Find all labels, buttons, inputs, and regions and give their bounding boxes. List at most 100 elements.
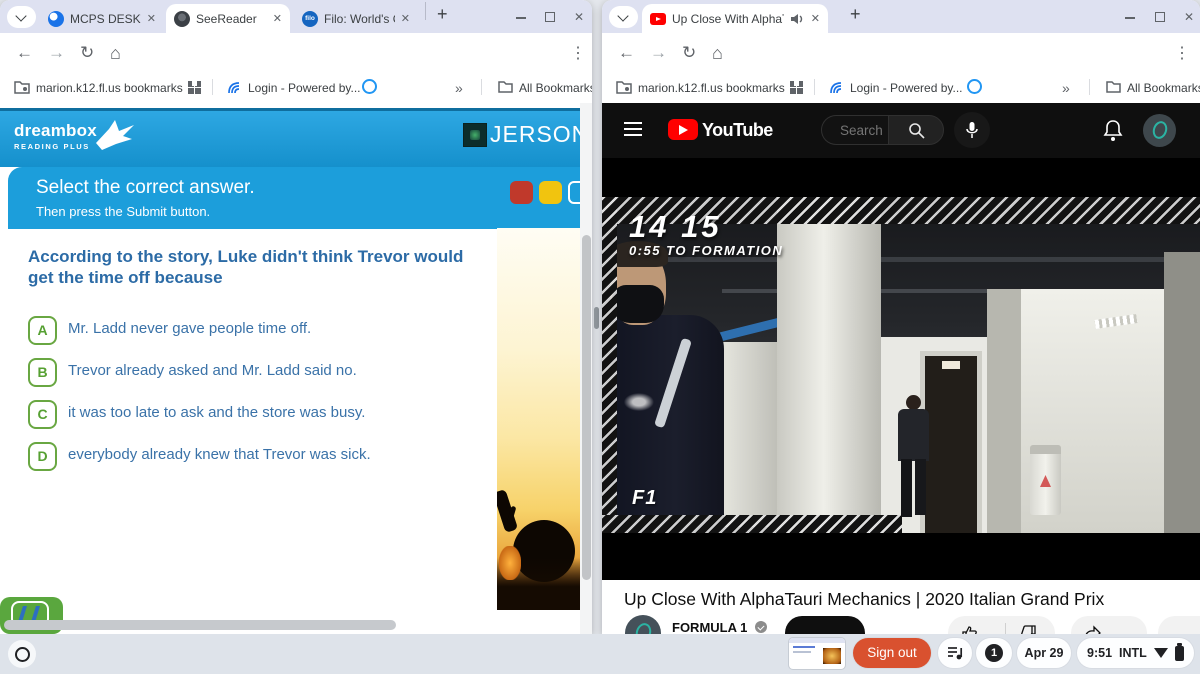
apps-grid-icon[interactable] [188, 81, 201, 94]
option-text[interactable]: Trevor already asked and Mr. Ladd said n… [68, 356, 357, 386]
close-button[interactable]: ✕ [571, 9, 587, 25]
option-letter[interactable]: D [28, 442, 57, 471]
option-text[interactable]: everybody already knew that Trevor was s… [68, 440, 371, 470]
reload-icon[interactable]: ↻ [80, 43, 94, 63]
maximize-button[interactable] [542, 9, 558, 25]
voice-search-button[interactable] [954, 112, 990, 148]
launcher-button[interactable] [8, 640, 36, 668]
minimize-button[interactable] [513, 9, 529, 25]
bookmarks-divider2 [481, 79, 482, 95]
pod-vent [1094, 314, 1138, 329]
notification-counter-pill[interactable]: 1 [976, 638, 1012, 668]
date-pill[interactable]: Apr 29 [1017, 638, 1071, 668]
option-text[interactable]: it was too late to ask and the store was… [68, 398, 365, 428]
bookmark-login[interactable]: Login - Powered by... [850, 81, 963, 95]
option-letter[interactable]: A [28, 316, 57, 345]
minimize-button[interactable] [1122, 9, 1138, 25]
thumb-image [823, 648, 841, 664]
back-icon[interactable]: ← [16, 43, 33, 63]
vertical-scrollbar-thumb[interactable] [581, 235, 591, 580]
bookmark-all[interactable]: All Bookmarks [519, 81, 592, 95]
kebab-menu-icon[interactable]: ⋮ [1174, 43, 1190, 63]
mechanic2-leg [901, 459, 912, 517]
media-controls-pill[interactable] [938, 638, 972, 668]
user-name: JERSON [490, 121, 590, 147]
mechanic1-mask [612, 285, 664, 323]
brand-subtext: READING PLUS [14, 142, 90, 151]
channel-avatar[interactable] [625, 615, 661, 634]
thumbs-down-icon[interactable] [1020, 625, 1036, 634]
split-divider-handle[interactable] [594, 307, 599, 329]
hamburger-menu-icon[interactable] [624, 122, 642, 136]
option-text[interactable]: Mr. Ladd never gave people time off. [68, 314, 311, 344]
f1-logo: F1 [632, 487, 658, 509]
new-tab-button[interactable]: + [850, 4, 861, 25]
youtube-logo-text[interactable]: YouTube [702, 120, 773, 141]
tab-search-button[interactable] [609, 6, 638, 28]
new-tab-button[interactable]: + [437, 4, 448, 25]
blue-bookmark-icon[interactable] [362, 79, 377, 94]
tab-search-button[interactable] [7, 6, 36, 28]
video-stage[interactable]: 14 15 0:55 TO FORMATION F1 [602, 158, 1200, 580]
reload-icon[interactable]: ↻ [682, 43, 696, 63]
search-button[interactable] [888, 115, 944, 145]
share-pill[interactable] [1071, 616, 1147, 634]
bookmarks-divider [212, 79, 213, 95]
thumbs-up-icon[interactable] [962, 625, 978, 634]
kebab-menu-icon[interactable]: ⋮ [570, 43, 586, 63]
thumb-line [793, 646, 815, 648]
bookmarks-overflow-icon[interactable]: » [455, 80, 463, 96]
seereader-favicon [174, 10, 190, 27]
subscribe-button[interactable] [785, 616, 865, 634]
bookmarks-overflow-icon[interactable]: » [1062, 80, 1070, 96]
video-frame[interactable]: 14 15 0:55 TO FORMATION F1 [602, 197, 1200, 533]
tab-close-icon[interactable]: ✕ [273, 12, 282, 25]
tab-close-icon[interactable]: ✕ [811, 12, 820, 25]
left-browser-window: MCPS DESKTOP ✕ SeeReader ✕ filo Filo: Wo… [0, 0, 592, 634]
more-actions-pill[interactable] [1158, 616, 1200, 634]
vertical-scrollbar[interactable] [580, 103, 592, 634]
tab-mcps-desktop[interactable]: MCPS DESKTOP ✕ [40, 4, 164, 33]
notifications-bell-icon[interactable] [1102, 119, 1124, 143]
window-preview-thumbnail[interactable] [788, 637, 846, 670]
youtube-logo-icon[interactable] [668, 119, 698, 140]
forward-icon[interactable]: → [650, 43, 667, 63]
channel-name[interactable]: FORMULA 1 [672, 620, 747, 634]
home-icon[interactable]: ⌂ [110, 43, 121, 64]
maximize-button[interactable] [1152, 9, 1168, 25]
bookmark-managed[interactable]: marion.k12.fl.us bookmarks [638, 81, 785, 95]
back-icon[interactable]: ← [618, 43, 635, 63]
close-button[interactable]: ✕ [1181, 9, 1197, 25]
search-field[interactable] [838, 122, 886, 139]
login-bookmark-icon [830, 82, 842, 94]
red-square-button[interactable] [510, 181, 533, 204]
tab-label: MCPS DESKTOP [70, 11, 141, 26]
tab-close-icon[interactable]: ✕ [147, 12, 156, 25]
bookmark-login[interactable]: Login - Powered by... [248, 81, 361, 95]
account-avatar[interactable] [1143, 114, 1176, 147]
like-dislike-pill[interactable] [948, 616, 1055, 634]
tab-seereader[interactable]: SeeReader ✕ [166, 4, 290, 33]
video-info-section: Up Close With AlphaTauri Mechanics | 202… [602, 580, 1200, 634]
sign-out-button[interactable]: Sign out [853, 638, 931, 668]
apps-grid-icon[interactable] [790, 81, 803, 94]
bookmark-all[interactable]: All Bookmarks [1127, 81, 1200, 95]
user-avatar[interactable] [463, 123, 487, 147]
tab-close-icon[interactable]: ✕ [401, 12, 410, 25]
chromeos-desktop: MCPS DESKTOP ✕ SeeReader ✕ filo Filo: Wo… [0, 0, 1200, 674]
option-letter[interactable]: C [28, 400, 57, 429]
blue-bookmark-icon[interactable] [967, 79, 982, 94]
date-label: Apr 29 [1024, 646, 1064, 660]
tab-youtube[interactable]: Up Close With AlphaTauri M ✕ [642, 4, 828, 33]
option-letter[interactable]: B [28, 358, 57, 387]
home-icon[interactable]: ⌂ [712, 43, 723, 64]
audio-playing-icon[interactable] [790, 13, 803, 25]
status-tray[interactable]: 9:51 INTL [1077, 638, 1194, 668]
horizontal-scrollbar-thumb[interactable] [4, 620, 396, 630]
filo-favicon: filo [302, 10, 318, 27]
search-input[interactable] [821, 115, 888, 145]
yellow-square-button[interactable] [539, 181, 562, 204]
bookmark-managed[interactable]: marion.k12.fl.us bookmarks [36, 81, 183, 95]
forward-icon[interactable]: → [48, 43, 65, 63]
tab-filo[interactable]: filo Filo: World's On ✕ [294, 4, 418, 33]
